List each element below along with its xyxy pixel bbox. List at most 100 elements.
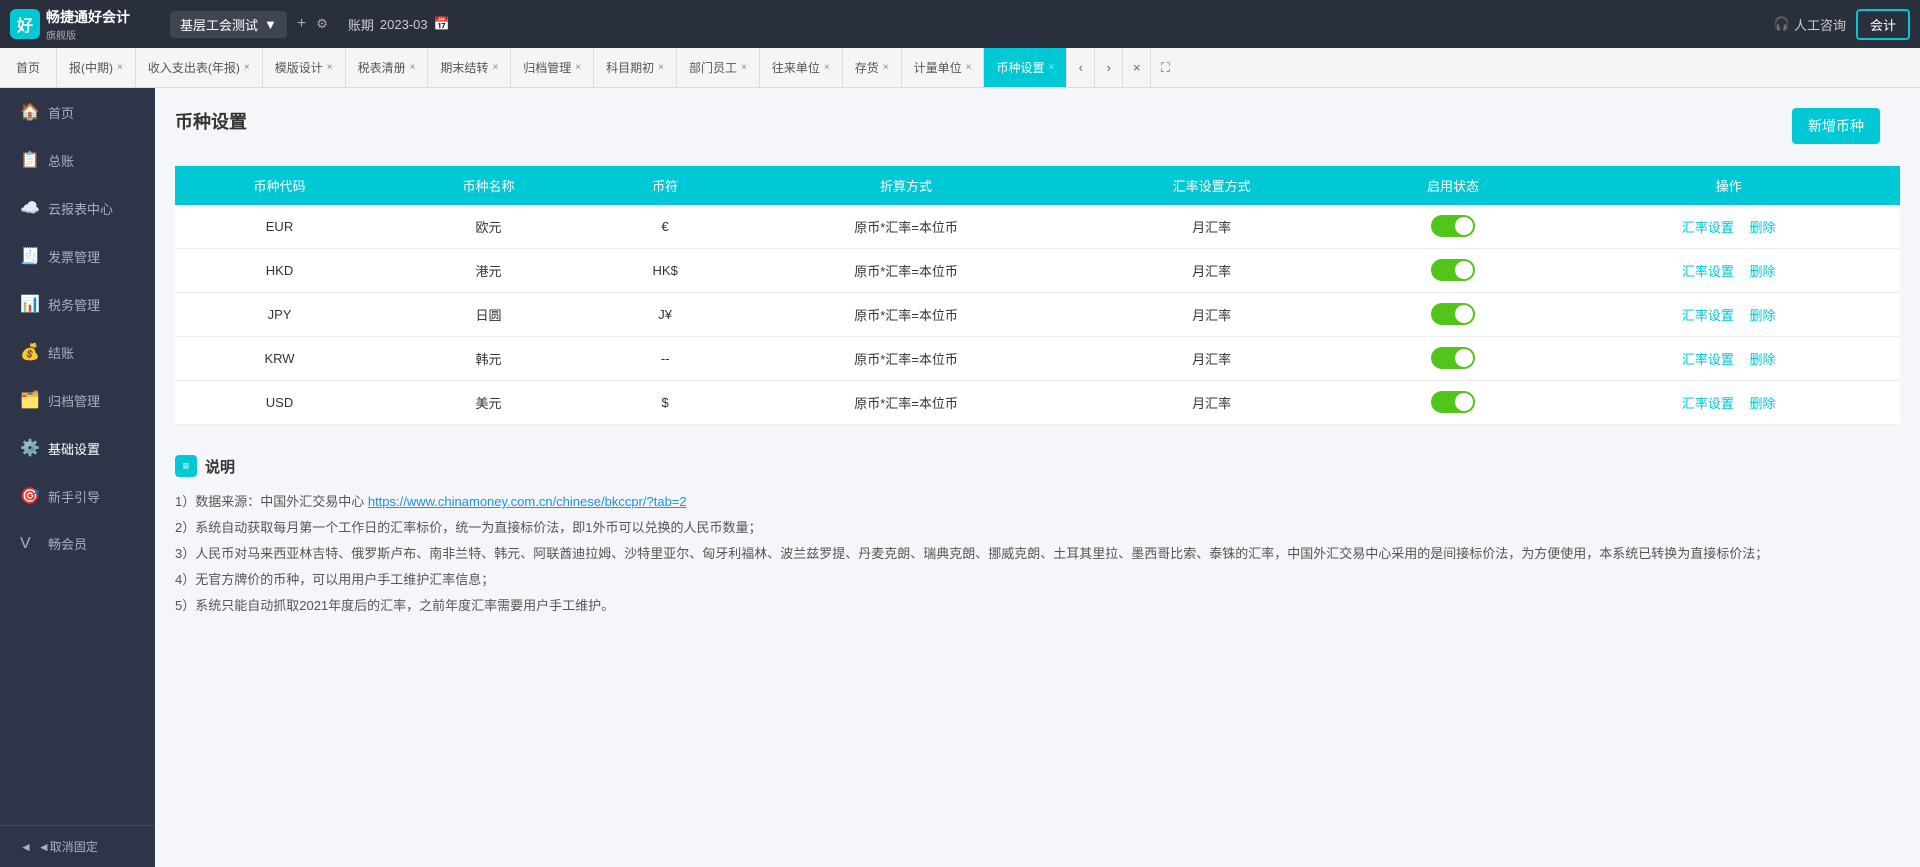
rate-setting-btn-1[interactable]: 汇率设置	[1682, 264, 1734, 279]
close-tab-subject[interactable]: ×	[658, 62, 664, 73]
sidebar-item-settings[interactable]: ⚙️ 基础设置	[0, 424, 155, 472]
tab-period-end[interactable]: 期末结转 ×	[428, 48, 511, 87]
tab-home[interactable]: 首页	[0, 48, 57, 87]
col-header-status: 启用状态	[1348, 166, 1557, 205]
tab-inventory[interactable]: 存货 ×	[843, 48, 902, 87]
cell-code-3: KRW	[175, 337, 384, 381]
tab-expand-btn[interactable]: ⛶	[1151, 48, 1179, 87]
sidebar-label-settings: 基础设置	[48, 439, 100, 458]
notes-heading: 说明	[205, 456, 235, 477]
table-row: JPY 日圆 J¥ 原币*汇率=本位币 月汇率 汇率设置 删除	[175, 293, 1900, 337]
close-tab-report-mid[interactable]: ×	[117, 62, 123, 73]
cell-rate-type-0: 月汇率	[1075, 205, 1349, 249]
notes-section: ≡ 说明 1）数据来源：中国外汇交易中心 https://www.chinamo…	[175, 455, 1900, 619]
delete-btn-0[interactable]: 删除	[1750, 220, 1776, 235]
top-header: 好 畅捷通好会计 旗舰版 基层工会测试 ▼ + ⚙ 账期 2023-03 📅 🎧…	[0, 0, 1920, 48]
col-header-rate-type: 汇率设置方式	[1075, 166, 1349, 205]
toggle-0[interactable]	[1431, 215, 1475, 237]
pin-icon: ◄	[20, 840, 32, 854]
delete-btn-1[interactable]: 删除	[1750, 264, 1776, 279]
close-tab-unit[interactable]: ×	[966, 62, 972, 73]
rate-setting-btn-4[interactable]: 汇率设置	[1682, 396, 1734, 411]
close-tab-archive[interactable]: ×	[575, 62, 581, 73]
new-currency-button[interactable]: 新增币种	[1792, 108, 1880, 144]
tab-contacts[interactable]: 往来单位 ×	[760, 48, 843, 87]
close-tab-currency[interactable]: ×	[1048, 62, 1054, 73]
notes-link[interactable]: https://www.chinamoney.com.cn/chinese/bk…	[368, 494, 687, 509]
page-header: 币种设置 新增币种	[175, 108, 1900, 150]
cell-rate-type-4: 月汇率	[1075, 381, 1349, 425]
notes-title: ≡ 说明	[175, 455, 1900, 477]
sidebar-item-reports[interactable]: ☁️ 云报表中心	[0, 184, 155, 232]
checkout-icon: 💰	[20, 342, 38, 362]
tab-dept[interactable]: 部门员工 ×	[677, 48, 760, 87]
tab-prev-btn[interactable]: ‹	[1067, 48, 1095, 87]
settings-icon[interactable]: ⚙	[316, 16, 328, 32]
cell-rate-type-1: 月汇率	[1075, 249, 1349, 293]
company-selector[interactable]: 基层工会测试 ▼	[170, 11, 287, 38]
cell-symbol-2: J¥	[593, 293, 737, 337]
table-row: HKD 港元 HK$ 原币*汇率=本位币 月汇率 汇率设置 删除	[175, 249, 1900, 293]
logo-sub: 旗舰版	[46, 27, 130, 42]
account-button[interactable]: 会计	[1856, 9, 1910, 40]
toggle-1[interactable]	[1431, 259, 1475, 281]
cell-status-2	[1348, 293, 1557, 337]
add-tab-icon[interactable]: +	[297, 15, 306, 33]
close-tab-inventory[interactable]: ×	[883, 62, 889, 73]
tab-archive[interactable]: 归档管理 ×	[511, 48, 594, 87]
tab-next-btn[interactable]: ›	[1095, 48, 1123, 87]
cell-actions-3: 汇率设置 删除	[1557, 337, 1900, 381]
sidebar-label-checkout: 结账	[48, 343, 74, 362]
tab-subject[interactable]: 科目期初 ×	[594, 48, 677, 87]
close-tab-template[interactable]: ×	[327, 62, 333, 73]
sidebar-label-home: 首页	[48, 103, 74, 122]
tab-income[interactable]: 收入支出表(年报) ×	[136, 48, 263, 87]
table-row: USD 美元 $ 原币*汇率=本位币 月汇率 汇率设置 删除	[175, 381, 1900, 425]
cell-name-3: 韩元	[384, 337, 593, 381]
toggle-knob-1	[1455, 261, 1473, 279]
sidebar-item-checkout[interactable]: 💰 结账	[0, 328, 155, 376]
cell-conversion-1: 原币*汇率=本位币	[737, 249, 1074, 293]
tab-template[interactable]: 模版设计 ×	[263, 48, 346, 87]
sidebar-item-guide[interactable]: 🎯 新手引导	[0, 472, 155, 520]
cell-actions-1: 汇率设置 删除	[1557, 249, 1900, 293]
sidebar-item-tax[interactable]: 📊 税务管理	[0, 280, 155, 328]
close-tab-period-end[interactable]: ×	[492, 62, 498, 73]
cell-conversion-0: 原币*汇率=本位币	[737, 205, 1074, 249]
period-info: 账期 2023-03 📅	[348, 15, 450, 34]
gear-icon: ⚙️	[20, 438, 38, 458]
close-tab-dept[interactable]: ×	[741, 62, 747, 73]
dropdown-icon: ▼	[264, 17, 277, 32]
close-tab-tax[interactable]: ×	[410, 62, 416, 73]
toggle-knob-4	[1455, 393, 1473, 411]
sidebar-pin-toggle[interactable]: ◄ ◄取消固定	[0, 825, 155, 867]
sidebar-item-archive[interactable]: 🗂️ 归档管理	[0, 376, 155, 424]
tab-close-all-btn[interactable]: ×	[1123, 48, 1151, 87]
rate-setting-btn-3[interactable]: 汇率设置	[1682, 352, 1734, 367]
sidebar-item-home[interactable]: 🏠 首页	[0, 88, 155, 136]
delete-btn-4[interactable]: 删除	[1750, 396, 1776, 411]
guide-icon: 🎯	[20, 486, 38, 506]
rate-setting-btn-0[interactable]: 汇率设置	[1682, 220, 1734, 235]
tab-tax[interactable]: 税表清册 ×	[346, 48, 429, 87]
close-tab-income[interactable]: ×	[244, 62, 250, 73]
rate-setting-btn-2[interactable]: 汇率设置	[1682, 308, 1734, 323]
logo-text: 畅捷通好会计	[46, 7, 130, 27]
cell-symbol-4: $	[593, 381, 737, 425]
tab-currency[interactable]: 币种设置 ×	[984, 48, 1067, 87]
logo-icon: 好	[10, 9, 40, 39]
delete-btn-2[interactable]: 删除	[1750, 308, 1776, 323]
sidebar-item-member[interactable]: V 畅会员	[0, 520, 155, 567]
tab-report-mid[interactable]: 报(中期) ×	[57, 48, 136, 87]
toggle-3[interactable]	[1431, 347, 1475, 369]
toggle-2[interactable]	[1431, 303, 1475, 325]
tab-unit[interactable]: 计量单位 ×	[902, 48, 985, 87]
consult-button[interactable]: 🎧 人工咨询	[1774, 15, 1846, 34]
delete-btn-3[interactable]: 删除	[1750, 352, 1776, 367]
sidebar-item-ledger[interactable]: 📋 总账	[0, 136, 155, 184]
close-tab-contacts[interactable]: ×	[824, 62, 830, 73]
calendar-icon[interactable]: 📅	[434, 16, 450, 32]
toggle-4[interactable]	[1431, 391, 1475, 413]
table-row: EUR 欧元 € 原币*汇率=本位币 月汇率 汇率设置 删除	[175, 205, 1900, 249]
sidebar-item-invoice[interactable]: 🧾 发票管理	[0, 232, 155, 280]
